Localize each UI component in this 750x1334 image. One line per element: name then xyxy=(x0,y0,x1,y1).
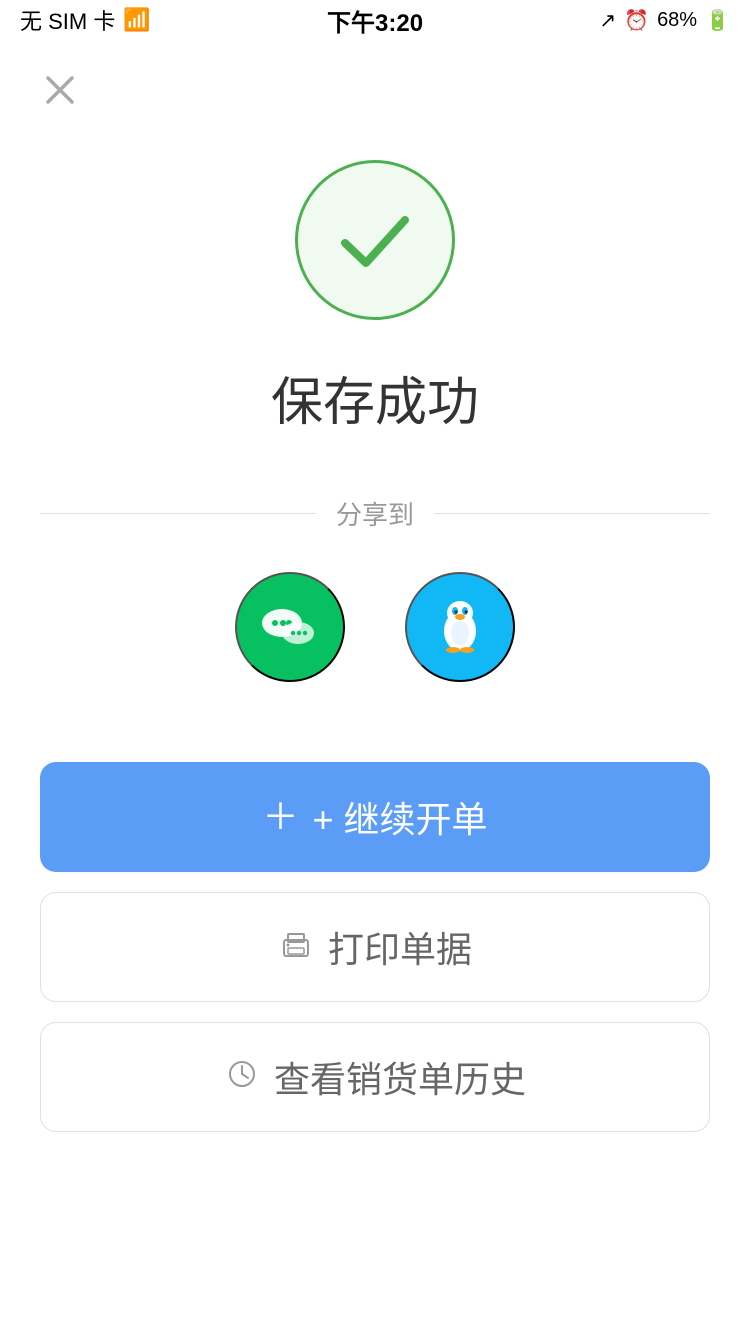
battery-icon: 🔋 xyxy=(705,8,730,33)
print-icon xyxy=(278,926,314,968)
wechat-icon xyxy=(256,593,324,661)
share-icons-row xyxy=(235,572,515,682)
success-title: 保存成功 xyxy=(271,360,479,435)
history-icon xyxy=(224,1056,260,1098)
close-icon xyxy=(42,72,78,108)
success-circle xyxy=(295,160,455,320)
plus-icon: ＋ xyxy=(262,799,298,835)
no-sim-text: 无 SIM 卡 xyxy=(20,4,115,36)
divider-right xyxy=(434,513,710,514)
print-label: 打印单据 xyxy=(328,921,472,973)
history-label: 查看销货单历史 xyxy=(274,1051,526,1103)
checkmark-icon xyxy=(330,195,420,285)
continue-label: + 继续开单 xyxy=(312,791,487,843)
continue-button[interactable]: ＋ + 继续开单 xyxy=(40,762,710,872)
qq-icon xyxy=(426,593,494,661)
wifi-icon: 📶 xyxy=(123,7,150,33)
status-bar: 无 SIM 卡 📶 下午3:20 ↗ ⏰ 68% 🔋 xyxy=(0,0,750,40)
action-buttons: ＋ + 继续开单 打印单据 查看销货单历史 xyxy=(40,762,710,1132)
alarm-icon: ⏰ xyxy=(624,8,649,33)
share-label: 分享到 xyxy=(336,495,414,532)
history-button[interactable]: 查看销货单历史 xyxy=(40,1022,710,1132)
qq-share-button[interactable] xyxy=(405,572,515,682)
wechat-share-button[interactable] xyxy=(235,572,345,682)
share-divider: 分享到 xyxy=(40,495,710,532)
status-right: ↗ ⏰ 68% 🔋 xyxy=(599,8,730,33)
status-time: 下午3:20 xyxy=(327,3,423,38)
divider-left xyxy=(40,513,316,514)
status-left: 无 SIM 卡 📶 xyxy=(20,4,151,36)
battery-text: 68% xyxy=(657,9,697,32)
location-icon: ↗ xyxy=(599,8,616,33)
main-content: 保存成功 分享到 xyxy=(0,120,750,1334)
close-button[interactable] xyxy=(30,60,90,120)
print-button[interactable]: 打印单据 xyxy=(40,892,710,1002)
